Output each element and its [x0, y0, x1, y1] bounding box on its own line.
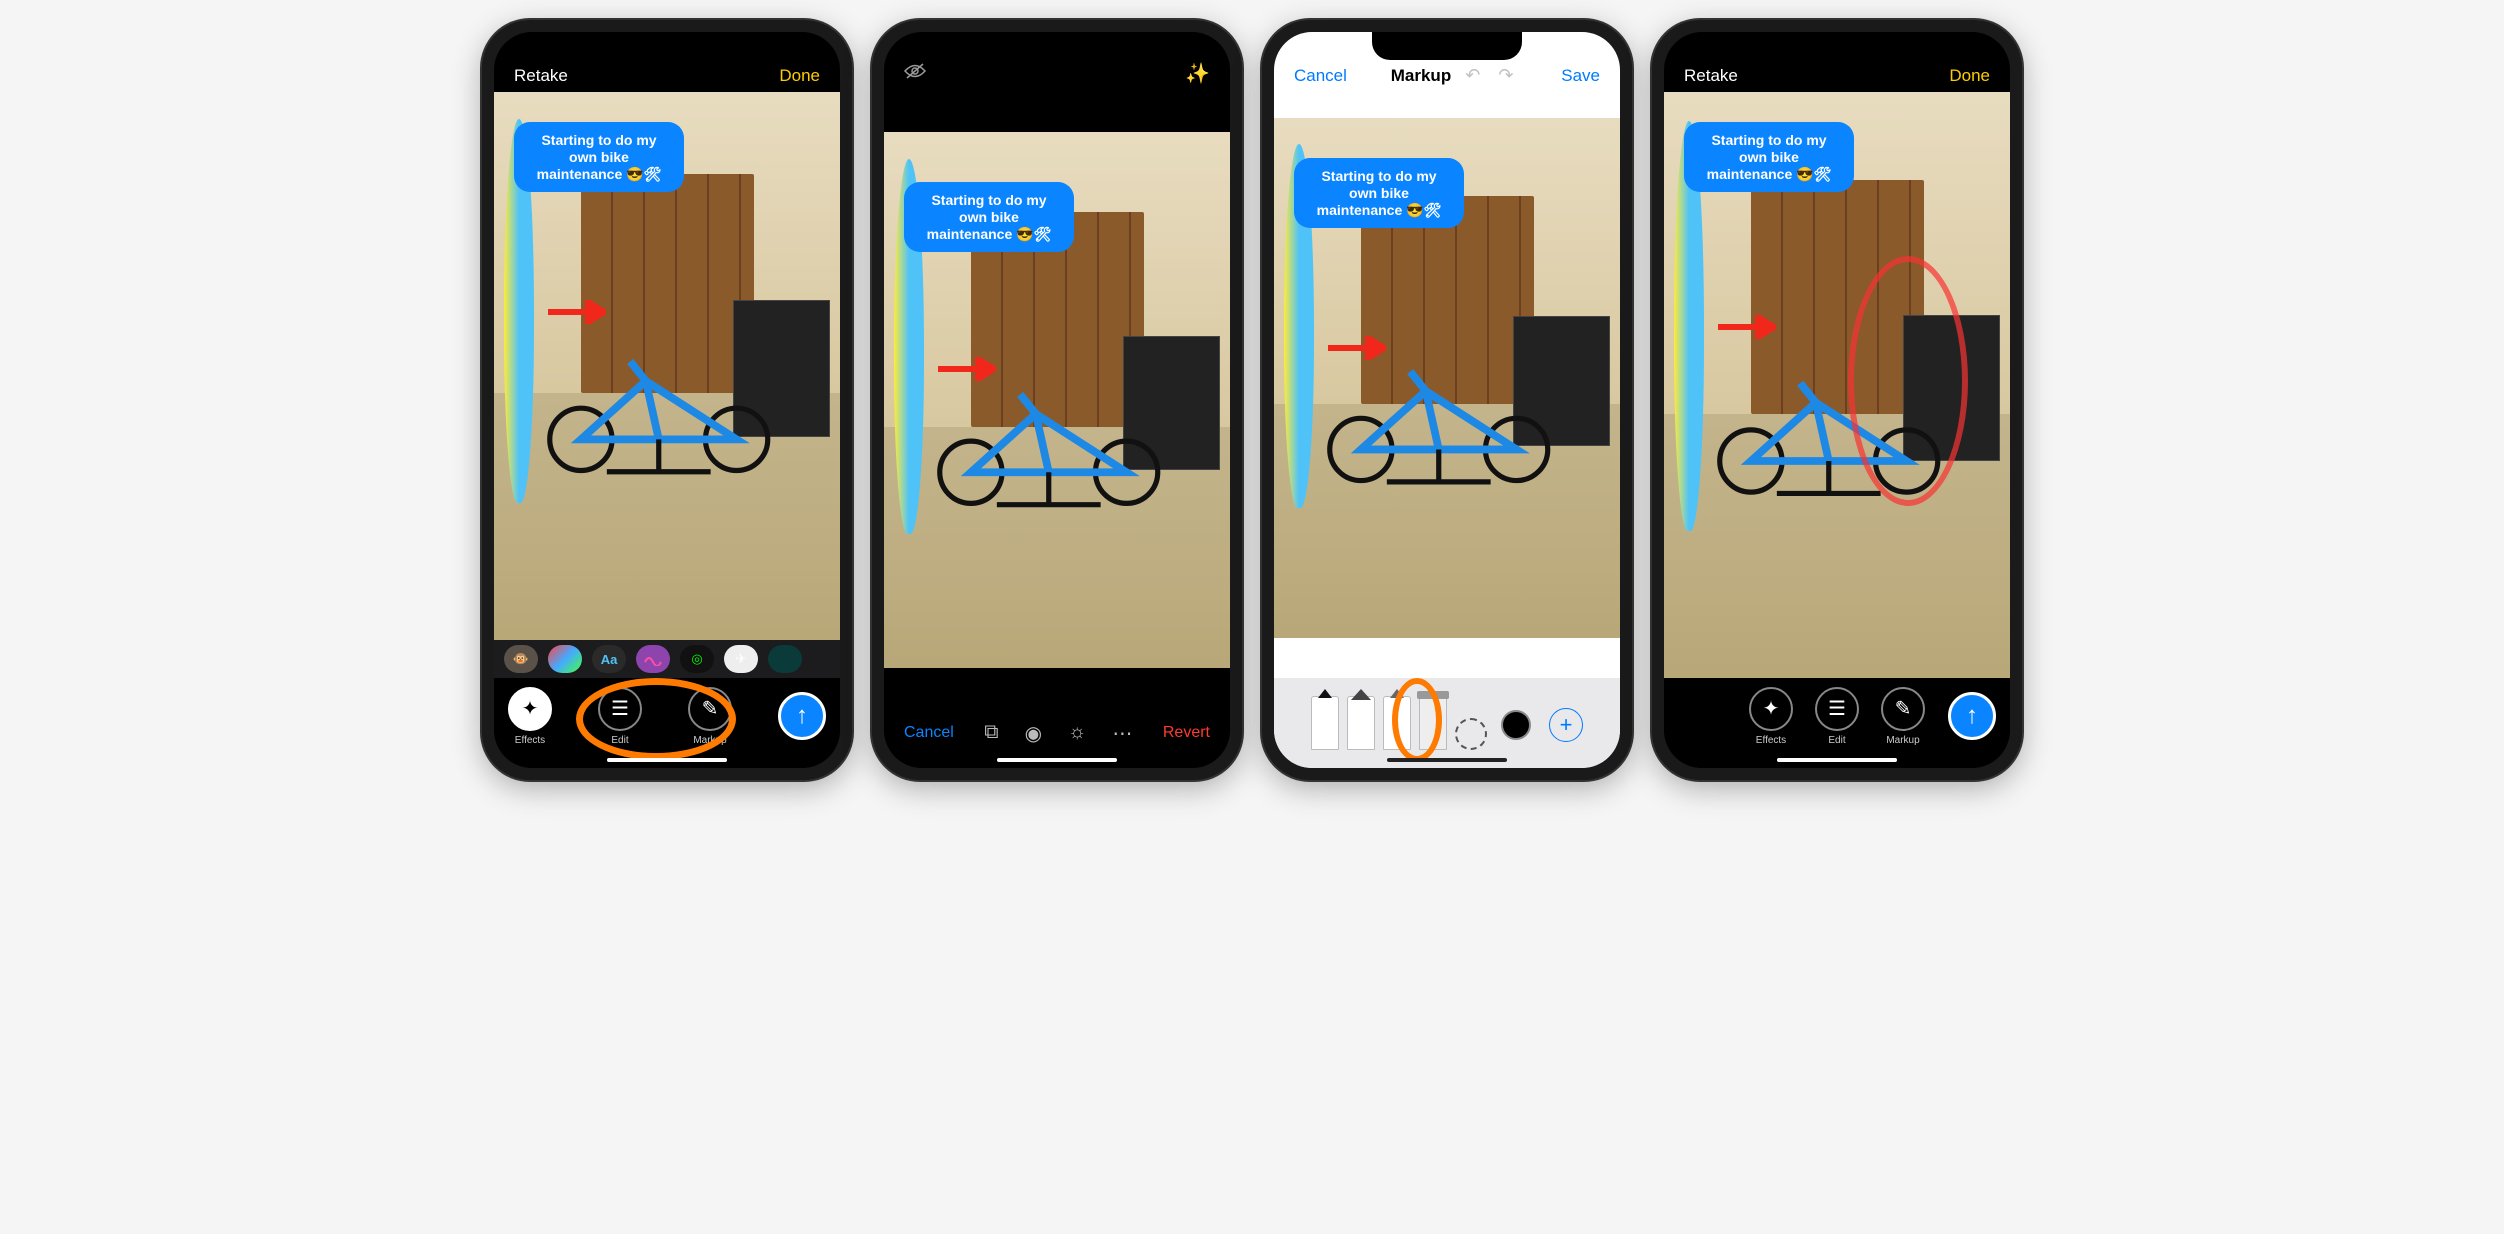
notch: [1762, 32, 1912, 60]
lasso-tool[interactable]: [1455, 718, 1487, 750]
retake-button[interactable]: Retake: [1684, 66, 1738, 86]
activity-app-icon[interactable]: ◎: [680, 645, 714, 673]
home-indicator[interactable]: [1777, 758, 1897, 762]
photo-preview: Starting to do my own bike maintenance 😎…: [494, 92, 840, 640]
markup-button[interactable]: ✎ Markup: [1881, 687, 1925, 746]
phone-frame-4: Retake Done Starting to do my own bike m…: [1652, 20, 2022, 780]
text-app-icon[interactable]: Aa: [592, 645, 626, 673]
done-button[interactable]: Done: [1949, 66, 1990, 86]
send-button[interactable]: ↑: [778, 692, 826, 740]
redo-button[interactable]: ↷: [1498, 65, 1513, 86]
screen-4: Retake Done Starting to do my own bike m…: [1664, 32, 2010, 768]
effects-icon: ✦: [1749, 687, 1793, 731]
cancel-button[interactable]: Cancel: [1294, 66, 1347, 86]
crop-icon[interactable]: ⧉: [984, 721, 998, 746]
edit-label: Edit: [1828, 735, 1845, 746]
more-apps-icon[interactable]: [768, 645, 802, 673]
screen-1: Retake Done Starting to do my own bike m…: [494, 32, 840, 768]
action-row: ✦ Effects ☰ Edit ✎ Markup ↑: [494, 678, 840, 768]
home-indicator[interactable]: [607, 758, 727, 762]
effects-label: Effects: [515, 735, 545, 746]
revert-button[interactable]: Revert: [1163, 724, 1210, 742]
caption-bubble[interactable]: Starting to do my own bike maintenance 😎…: [1684, 122, 1854, 192]
edit-sliders-icon: ☰: [1815, 687, 1859, 731]
memoji-app-icon[interactable]: 🐵: [504, 645, 538, 673]
effects-label: Effects: [1756, 735, 1786, 746]
arrow-up-icon: ↑: [1966, 702, 1978, 730]
phone-frame-1: Retake Done Starting to do my own bike m…: [482, 20, 852, 780]
shapes-app-icon[interactable]: [636, 645, 670, 673]
notch: [1372, 32, 1522, 60]
more-icon[interactable]: ⋯: [1112, 721, 1132, 746]
effects-icon: ✦: [508, 687, 552, 731]
caption-bubble: Starting to do my own bike maintenance 😎…: [904, 182, 1074, 252]
red-arrow-annotation: [546, 300, 606, 324]
done-button[interactable]: Done: [779, 66, 820, 86]
phone-frame-2: ✨ Starting to do my own bike maintenance…: [872, 20, 1242, 780]
eye-slash-icon[interactable]: [904, 62, 926, 86]
home-indicator[interactable]: [1387, 758, 1507, 762]
markup-canvas[interactable]: Starting to do my own bike maintenance 😎…: [1274, 118, 1620, 638]
color-picker[interactable]: [1501, 710, 1531, 740]
user-drawn-circle: [1848, 256, 1968, 506]
markup-label: Markup: [1886, 735, 1919, 746]
notch: [592, 32, 742, 60]
caption-bubble[interactable]: Starting to do my own bike maintenance 😎…: [514, 122, 684, 192]
markup-title: Markup: [1391, 66, 1451, 86]
arrow-up-icon: ↑: [796, 702, 808, 730]
retake-button[interactable]: Retake: [514, 66, 568, 86]
tutorial-highlight-ring: [576, 678, 736, 760]
marker-tool[interactable]: [1347, 696, 1375, 750]
filters-app-icon[interactable]: [548, 645, 582, 673]
effects-button[interactable]: ✦ Effects: [508, 687, 552, 746]
filters-icon[interactable]: ◉: [1025, 721, 1042, 746]
screen-3: Cancel Markup ↶ ↷ Save Starting to do my…: [1274, 32, 1620, 768]
home-indicator[interactable]: [997, 758, 1117, 762]
photo-preview: Starting to do my own bike maintenance 😎…: [1664, 92, 2010, 678]
photo-preview[interactable]: Starting to do my own bike maintenance 😎…: [884, 132, 1230, 668]
send-button[interactable]: ↑: [1948, 692, 1996, 740]
imessage-app-strip[interactable]: 🐵 Aa ◎ ✈: [494, 640, 840, 678]
pen-tool[interactable]: [1311, 696, 1339, 750]
magic-wand-icon[interactable]: ✨: [1185, 61, 1210, 86]
caption-bubble: Starting to do my own bike maintenance 😎…: [1294, 158, 1464, 228]
add-shape-button[interactable]: +: [1549, 708, 1583, 742]
markup-pen-icon: ✎: [1881, 687, 1925, 731]
tutorial-highlight-ring: [1392, 678, 1442, 762]
screen-2: ✨ Starting to do my own bike maintenance…: [884, 32, 1230, 768]
notch: [982, 32, 1132, 60]
phone-frame-3: Cancel Markup ↶ ↷ Save Starting to do my…: [1262, 20, 1632, 780]
effects-button[interactable]: ✦ Effects: [1749, 687, 1793, 746]
bike-icon: [529, 311, 789, 503]
adjust-icon[interactable]: ☼: [1068, 721, 1086, 746]
third-party-app-icon[interactable]: ✈: [724, 645, 758, 673]
cancel-button[interactable]: Cancel: [904, 724, 954, 742]
undo-button[interactable]: ↶: [1465, 65, 1480, 86]
save-button[interactable]: Save: [1561, 66, 1600, 86]
markup-tool-palette: +: [1274, 678, 1620, 768]
edit-button[interactable]: ☰ Edit: [1815, 687, 1859, 746]
action-row: ✦ Effects ☰ Edit ✎ Markup ↑: [1664, 678, 2010, 768]
